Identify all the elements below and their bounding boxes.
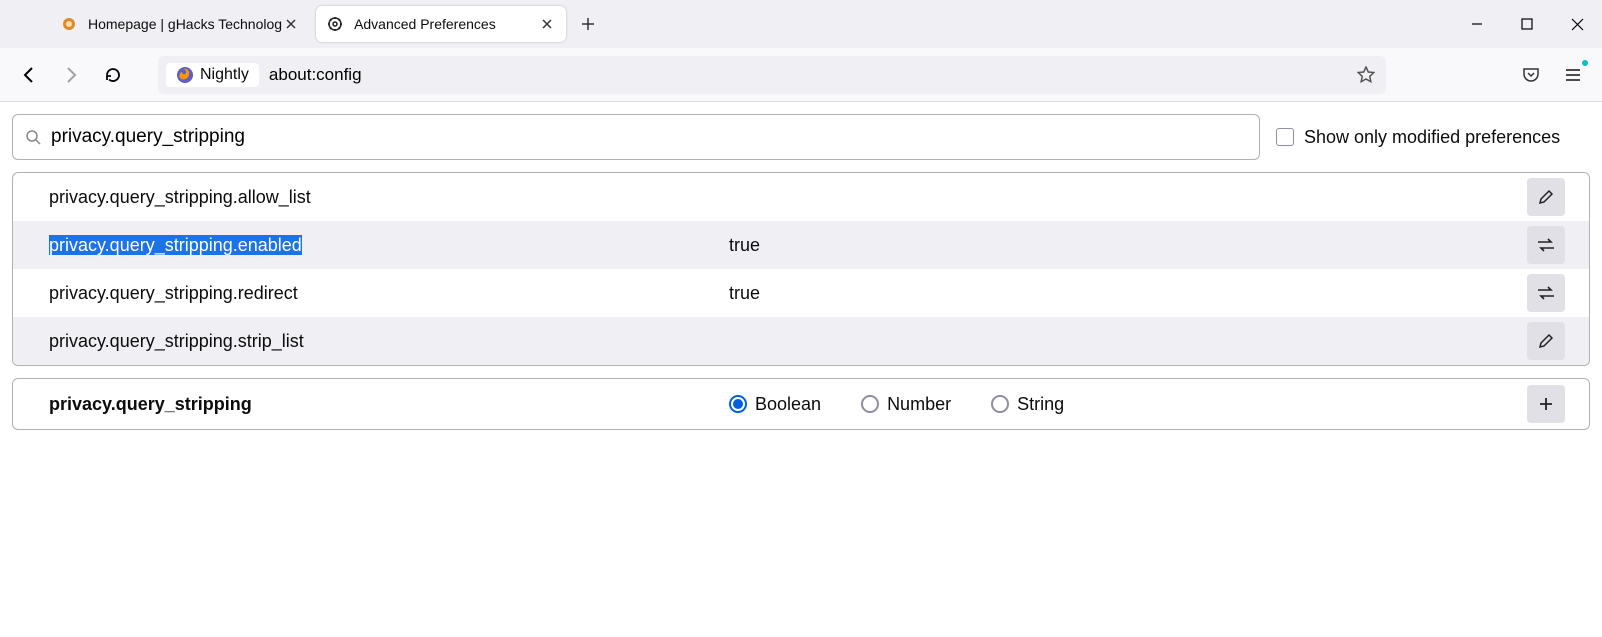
- minimize-button[interactable]: [1452, 4, 1502, 44]
- firefox-icon: [176, 66, 194, 84]
- pref-name: privacy.query_stripping.enabled: [49, 235, 729, 256]
- add-pref-name: privacy.query_stripping: [49, 394, 729, 415]
- type-number[interactable]: Number: [861, 394, 951, 415]
- type-selector: Boolean Number String: [729, 394, 1527, 415]
- pref-name: privacy.query_stripping.strip_list: [49, 331, 729, 352]
- pref-search-box[interactable]: [12, 114, 1260, 160]
- close-icon[interactable]: [282, 15, 300, 33]
- close-icon[interactable]: [538, 15, 556, 33]
- pocket-icon[interactable]: [1514, 58, 1548, 92]
- nav-toolbar: Nightly: [0, 48, 1602, 102]
- pref-row[interactable]: privacy.query_stripping.redirect true: [13, 269, 1589, 317]
- pref-value: true: [729, 283, 1527, 304]
- identity-box[interactable]: Nightly: [166, 63, 259, 87]
- toggle-button[interactable]: [1527, 226, 1565, 264]
- notification-dot-icon: [1582, 60, 1588, 66]
- reload-button[interactable]: [96, 58, 130, 92]
- gear-icon: [326, 15, 344, 33]
- pref-row[interactable]: privacy.query_stripping.strip_list: [13, 317, 1589, 365]
- back-button[interactable]: [12, 58, 46, 92]
- prefs-table: privacy.query_stripping.allow_list priva…: [12, 172, 1590, 366]
- radio-icon[interactable]: [861, 395, 879, 413]
- pref-name: privacy.query_stripping.allow_list: [49, 187, 729, 208]
- pref-row[interactable]: privacy.query_stripping.allow_list: [13, 173, 1589, 221]
- add-button[interactable]: [1527, 385, 1565, 423]
- url-input[interactable]: [269, 65, 1354, 85]
- tab-advanced-prefs[interactable]: Advanced Preferences: [316, 6, 566, 42]
- bookmark-star-icon[interactable]: [1354, 63, 1378, 87]
- type-string[interactable]: String: [991, 394, 1064, 415]
- checkbox-icon[interactable]: [1276, 128, 1294, 146]
- add-pref-row: privacy.query_stripping Boolean Number S…: [12, 378, 1590, 430]
- tabstrip: Homepage | gHacks Technolog Advanced Pre…: [50, 0, 604, 48]
- close-window-button[interactable]: [1552, 4, 1602, 44]
- pencil-icon: [1538, 333, 1554, 349]
- window-controls: [1452, 4, 1602, 44]
- edit-button[interactable]: [1527, 322, 1565, 360]
- toggle-button[interactable]: [1527, 274, 1565, 312]
- toggle-arrows-icon: [1537, 285, 1555, 301]
- pref-row[interactable]: privacy.query_stripping.enabled true: [13, 221, 1589, 269]
- pencil-icon: [1538, 189, 1554, 205]
- show-modified-checkbox[interactable]: Show only modified preferences: [1276, 127, 1560, 148]
- forward-button: [54, 58, 88, 92]
- tab-ghacks[interactable]: Homepage | gHacks Technolog: [50, 6, 310, 42]
- edit-button[interactable]: [1527, 178, 1565, 216]
- search-icon: [25, 129, 41, 145]
- url-bar[interactable]: Nightly: [158, 56, 1386, 94]
- titlebar: Homepage | gHacks Technolog Advanced Pre…: [0, 0, 1602, 48]
- pref-value: true: [729, 235, 1527, 256]
- type-boolean[interactable]: Boolean: [729, 394, 821, 415]
- new-tab-button[interactable]: [572, 8, 604, 40]
- pref-search-input[interactable]: [51, 126, 1247, 148]
- plus-icon: [1539, 397, 1553, 411]
- tab-label: Advanced Preferences: [354, 16, 538, 32]
- about-config-content: Show only modified preferences privacy.q…: [0, 102, 1602, 442]
- radio-icon[interactable]: [729, 395, 747, 413]
- identity-label: Nightly: [200, 66, 249, 84]
- pref-name: privacy.query_stripping.redirect: [49, 283, 729, 304]
- favicon-ghacks: [60, 15, 78, 33]
- app-menu-button[interactable]: [1556, 58, 1590, 92]
- tab-label: Homepage | gHacks Technolog: [88, 16, 282, 32]
- show-modified-label: Show only modified preferences: [1304, 127, 1560, 148]
- search-row: Show only modified preferences: [12, 114, 1590, 160]
- toggle-arrows-icon: [1537, 237, 1555, 253]
- maximize-button[interactable]: [1502, 4, 1552, 44]
- radio-icon[interactable]: [991, 395, 1009, 413]
